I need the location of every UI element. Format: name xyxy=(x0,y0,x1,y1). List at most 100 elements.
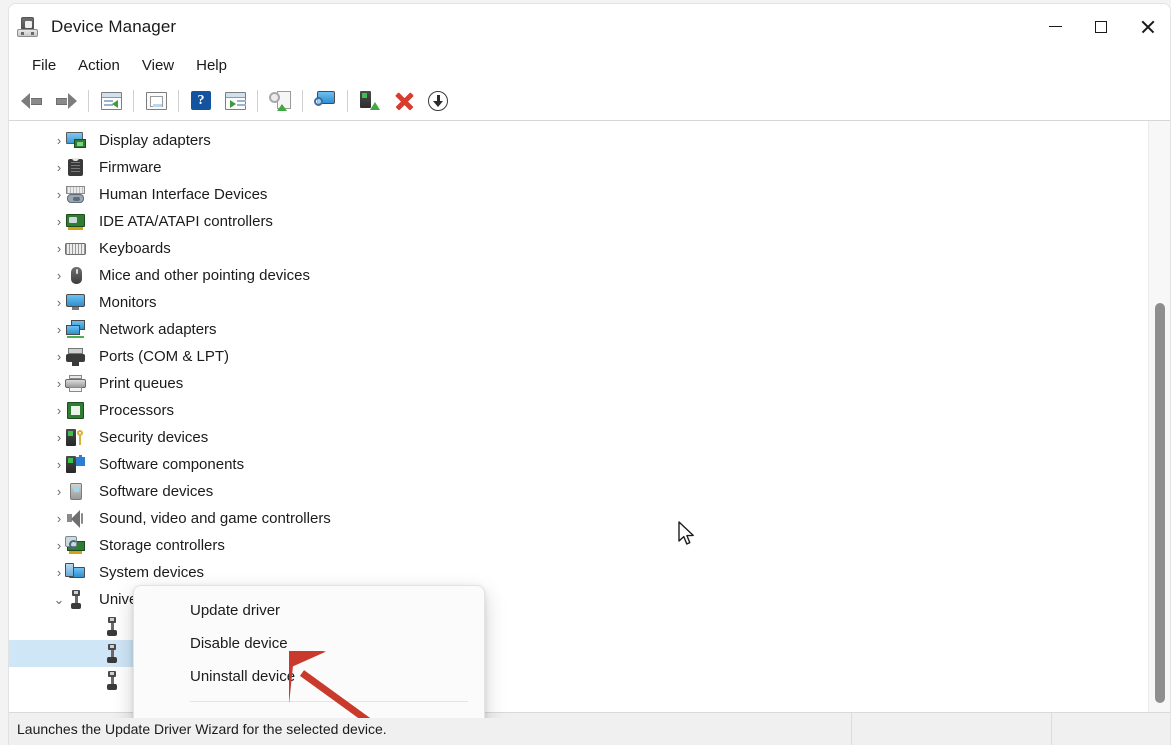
device-manager-icon xyxy=(17,16,39,38)
firmware-chip-icon xyxy=(65,157,87,178)
enable-device-button[interactable] xyxy=(353,85,387,117)
device-manager-window: Device Manager File Action View Help ? ›… xyxy=(8,3,1171,745)
context-menu-item-update-driver[interactable]: Update driver xyxy=(134,594,484,627)
disable-device-button[interactable] xyxy=(421,85,455,117)
software-component-icon xyxy=(65,454,87,475)
tree-item-label: Firmware xyxy=(99,159,162,176)
keyboard-icon xyxy=(65,239,87,259)
back-arrow-icon xyxy=(21,92,43,110)
forward-button[interactable] xyxy=(49,85,83,117)
show-hide-action-pane-button[interactable] xyxy=(218,85,252,117)
port-icon xyxy=(65,347,87,367)
usb-device-icon xyxy=(101,670,123,691)
sound-device-icon xyxy=(65,509,87,529)
context-menu[interactable]: Update driver Disable device Uninstall d… xyxy=(133,585,485,718)
tree-item-print-queues[interactable]: › Print queues xyxy=(9,370,1148,397)
toolbar-separator xyxy=(347,89,348,112)
tree-item-ports[interactable]: › Ports (COM & LPT) xyxy=(9,343,1148,370)
tree-item-security-devices[interactable]: › Security devices xyxy=(9,424,1148,451)
status-pane-3 xyxy=(1052,713,1170,745)
tree-item-display-adapters[interactable]: › Display adapters xyxy=(9,127,1148,154)
context-menu-item-scan-for-hardware-changes[interactable]: Scan for hardware changes xyxy=(134,710,484,718)
toolbar-separator xyxy=(178,89,179,112)
system-device-icon xyxy=(65,562,87,583)
ide-controller-icon xyxy=(65,212,87,232)
tree-item-label: Keyboards xyxy=(99,240,171,257)
tree-item-software-devices[interactable]: › Software devices xyxy=(9,478,1148,505)
tree-item-label: Monitors xyxy=(99,294,157,311)
tree-item-network-adapters[interactable]: › Network adapters xyxy=(9,316,1148,343)
monitor-icon xyxy=(65,293,87,313)
context-menu-item-disable-device[interactable]: Disable device xyxy=(134,627,484,660)
enable-device-icon xyxy=(360,91,380,110)
status-pane-2 xyxy=(852,713,1052,745)
back-button[interactable] xyxy=(15,85,49,117)
tree-item-system-devices[interactable]: › System devices xyxy=(9,559,1148,586)
usb-controller-icon xyxy=(65,589,87,610)
menu-file[interactable]: File xyxy=(21,53,67,78)
tree-item-label: System devices xyxy=(99,564,205,581)
usb-device-icon xyxy=(101,643,123,664)
menu-help[interactable]: Help xyxy=(185,53,238,78)
device-manager-screen: Device Manager File Action View Help ? ›… xyxy=(0,0,1171,745)
usb-device-icon xyxy=(101,616,123,637)
tree-item-mice-and-other-pointing-devices[interactable]: › Mice and other pointing devices xyxy=(9,262,1148,289)
tree-item-label: IDE ATA/ATAPI controllers xyxy=(99,213,273,230)
network-adapter-icon xyxy=(65,319,87,340)
close-icon xyxy=(1140,19,1155,34)
tree-item-monitors[interactable]: › Monitors xyxy=(9,289,1148,316)
close-button[interactable] xyxy=(1124,4,1170,49)
vertical-scrollbar[interactable] xyxy=(1148,121,1170,718)
tree-item-processors[interactable]: › Processors xyxy=(9,397,1148,424)
scan-hardware-icon xyxy=(313,91,337,110)
tree-item-label: Mice and other pointing devices xyxy=(99,267,310,284)
tree-item-label: Storage controllers xyxy=(99,537,225,554)
forward-arrow-icon xyxy=(55,92,77,110)
tree-item-label: Sound, video and game controllers xyxy=(99,510,331,527)
help-button[interactable]: ? xyxy=(184,85,218,117)
update-driver-icon xyxy=(269,90,291,111)
toolbar: ? xyxy=(9,81,1170,121)
context-menu-item-uninstall-device[interactable]: Uninstall device xyxy=(134,660,484,693)
toolbar-separator xyxy=(257,89,258,112)
tree-item-label: Security devices xyxy=(99,429,209,446)
storage-controller-icon xyxy=(65,535,87,556)
window-controls xyxy=(1032,4,1170,49)
uninstall-device-button[interactable] xyxy=(387,85,421,117)
tree-item-label: Display adapters xyxy=(99,132,211,149)
scan-for-hardware-changes-button[interactable] xyxy=(308,85,342,117)
tree-item-label: Software components xyxy=(99,456,245,473)
menu-action[interactable]: Action xyxy=(67,53,131,78)
mouse-icon xyxy=(65,266,87,286)
device-tree-pane: › Display adapters › Firmware › Human In… xyxy=(9,121,1170,718)
help-question-icon: ? xyxy=(191,91,211,110)
status-message: Launches the Update Driver Wizard for th… xyxy=(17,721,387,737)
maximize-button[interactable] xyxy=(1078,4,1124,49)
tree-item-sound-video-and-game-controllers[interactable]: › Sound, video and game controllers xyxy=(9,505,1148,532)
tree-item-software-components[interactable]: › Software components xyxy=(9,451,1148,478)
title-bar: Device Manager xyxy=(9,4,1170,49)
tree-item-keyboards[interactable]: › Keyboards xyxy=(9,235,1148,262)
printer-icon xyxy=(65,374,87,394)
tree-item-firmware[interactable]: › Firmware xyxy=(9,154,1148,181)
scrollbar-thumb[interactable] xyxy=(1155,303,1165,703)
tree-item-storage-controllers[interactable]: › Storage controllers xyxy=(9,532,1148,559)
tree-item-human-interface-devices[interactable]: › Human Interface Devices xyxy=(9,181,1148,208)
tree-item-label: Ports (COM & LPT) xyxy=(99,348,230,365)
display-adapter-icon xyxy=(65,131,87,151)
menu-bar: File Action View Help xyxy=(9,49,1170,81)
toolbar-separator xyxy=(88,89,89,112)
minimize-button[interactable] xyxy=(1032,4,1078,49)
show-hide-console-tree-button[interactable] xyxy=(94,85,128,117)
toolbar-separator xyxy=(133,89,134,112)
tree-item-label: Print queues xyxy=(99,375,184,392)
action-pane-icon xyxy=(224,91,246,110)
human-interface-device-icon xyxy=(65,185,87,205)
processor-icon xyxy=(65,401,87,421)
software-device-icon xyxy=(65,482,87,502)
update-driver-button[interactable] xyxy=(263,85,297,117)
menu-view[interactable]: View xyxy=(131,53,185,78)
properties-button[interactable] xyxy=(139,85,173,117)
tree-item-label: Processors xyxy=(99,402,175,419)
tree-item-ide-ata-atapi-controllers[interactable]: › IDE ATA/ATAPI controllers xyxy=(9,208,1148,235)
